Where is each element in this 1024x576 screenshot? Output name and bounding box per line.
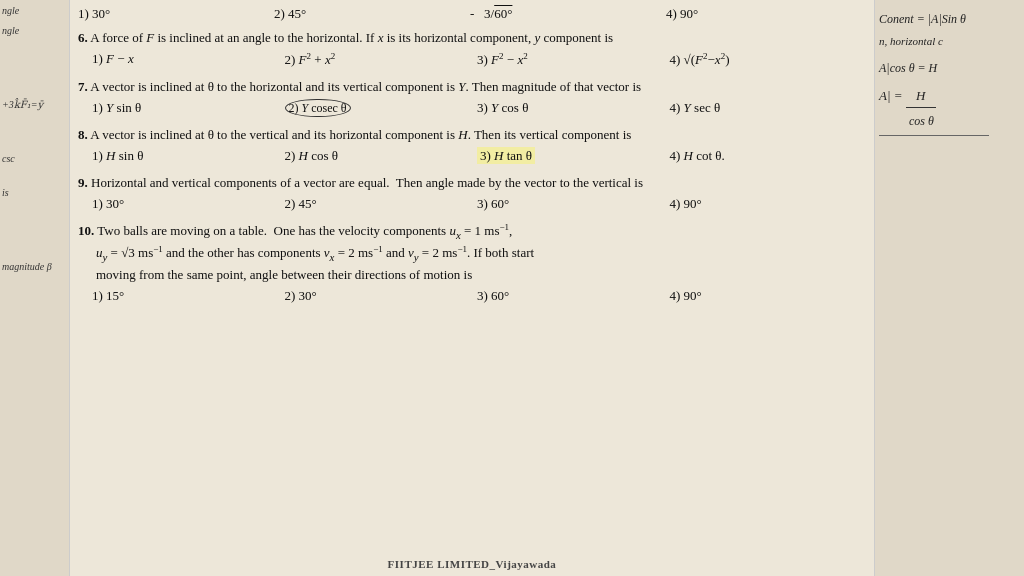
q8-number: 8. bbox=[78, 127, 88, 142]
q10-opt3: 3) 60° bbox=[477, 287, 670, 305]
right-note-3: A|cos θ = H bbox=[879, 59, 1020, 78]
main-content: 1) 30° 2) 45° - 3/60° 4) 90° 6. A force … bbox=[70, 0, 874, 576]
top-option-3: - 3/60° bbox=[470, 6, 666, 22]
q6-opt2: 2) F2 + x2 bbox=[285, 50, 478, 70]
q10-text-line3: moving from the same point, angle betwee… bbox=[96, 265, 862, 285]
margin-note-1: ngle bbox=[2, 4, 67, 18]
q9-options: 1) 30° 2) 45° 3) 60° 4) 90° bbox=[92, 195, 862, 213]
q6-number: 6. bbox=[78, 30, 88, 45]
q8-opt3: 3) H tan θ bbox=[477, 147, 670, 165]
q8-opt4: 4) H cot θ. bbox=[670, 147, 863, 165]
q9-opt1: 1) 30° bbox=[92, 195, 285, 213]
q6-text: A force of F is inclined at an angle to … bbox=[90, 30, 613, 45]
q9-opt4: 4) 90° bbox=[670, 195, 863, 213]
right-note-2: n, horizontal c bbox=[879, 33, 1020, 51]
margin-note-6: magnitude β bbox=[2, 260, 67, 274]
margin-note-3: +3k̂F̄₁=ȳ bbox=[2, 98, 67, 112]
top-option-4: 4) 90° bbox=[666, 6, 862, 22]
question-9: 9. Horizontal and vertical components of… bbox=[78, 173, 862, 213]
q8-opt1: 1) H sin θ bbox=[92, 147, 285, 165]
q7-opt3: 3) Y cos θ bbox=[477, 99, 670, 118]
q7-text: A vector is inclined at θ to the horizon… bbox=[90, 79, 641, 94]
left-margin: ngle ngle +3k̂F̄₁=ȳ csc is magnitude β bbox=[0, 0, 70, 576]
question-7: 7. A vector is inclined at θ to the hori… bbox=[78, 77, 862, 117]
top-option-2: 2) 45° bbox=[274, 6, 470, 22]
question-6: 6. A force of F is inclined at an angle … bbox=[78, 28, 862, 69]
q8-options: 1) H sin θ 2) H cos θ 3) H tan θ 4) H co… bbox=[92, 147, 862, 165]
q7-opt2: 2) Y cosec θ bbox=[285, 99, 478, 118]
q8-text: A vector is inclined at θ to the vertica… bbox=[90, 127, 631, 142]
q10-opt1: 1) 15° bbox=[92, 287, 285, 305]
top-row: 1) 30° 2) 45° - 3/60° 4) 90° bbox=[78, 6, 862, 22]
question-8: 8. A vector is inclined at θ to the vert… bbox=[78, 125, 862, 165]
q7-options: 1) Y sin θ 2) Y cosec θ 3) Y cos θ 4) Y … bbox=[92, 99, 862, 118]
q10-options: 1) 15° 2) 30° 3) 60° 4) 90° bbox=[92, 287, 862, 305]
q10-opt4: 4) 90° bbox=[670, 287, 863, 305]
margin-note-5: is bbox=[2, 186, 67, 200]
q7-opt1: 1) Y sin θ bbox=[92, 99, 285, 118]
q10-text: Two balls are moving on a table. One has… bbox=[97, 223, 512, 238]
q9-opt3: 3) 60° bbox=[477, 195, 670, 213]
right-note-5: cos θ bbox=[909, 112, 1020, 131]
top-option-1: 1) 30° bbox=[78, 6, 274, 22]
margin-note-4: csc bbox=[2, 152, 67, 166]
footer-text: FIITJEE LIMITED_Vijayawada bbox=[70, 558, 874, 570]
right-margin: Conent = |A|Sin θ n, horizontal c A|cos … bbox=[874, 0, 1024, 576]
right-note-4: A| = H bbox=[879, 86, 1020, 108]
q9-text: Horizontal and vertical components of a … bbox=[91, 175, 643, 190]
q7-number: 7. bbox=[78, 79, 88, 94]
right-note-1: Conent = |A|Sin θ bbox=[879, 10, 1020, 29]
question-10: 10. Two balls are moving on a table. One… bbox=[78, 221, 862, 305]
q6-opt1: 1) F − x bbox=[92, 50, 285, 70]
q6-opt3: 3) F2 − x2 bbox=[477, 50, 670, 70]
q9-opt2: 2) 45° bbox=[285, 195, 478, 213]
q6-opt4: 4) √(F2−x2) bbox=[670, 50, 863, 70]
q9-number: 9. bbox=[78, 175, 88, 190]
q8-opt2: 2) H cos θ bbox=[285, 147, 478, 165]
q7-opt4: 4) Y sec θ bbox=[670, 99, 863, 118]
q6-options: 1) F − x 2) F2 + x2 3) F2 − x2 4) √(F2−x… bbox=[92, 50, 862, 70]
q10-opt2: 2) 30° bbox=[285, 287, 478, 305]
q10-text-line2: uy = √3 ms−1 and the other has component… bbox=[96, 243, 862, 265]
margin-note-2: ngle bbox=[2, 24, 67, 38]
q10-number: 10. bbox=[78, 223, 94, 238]
